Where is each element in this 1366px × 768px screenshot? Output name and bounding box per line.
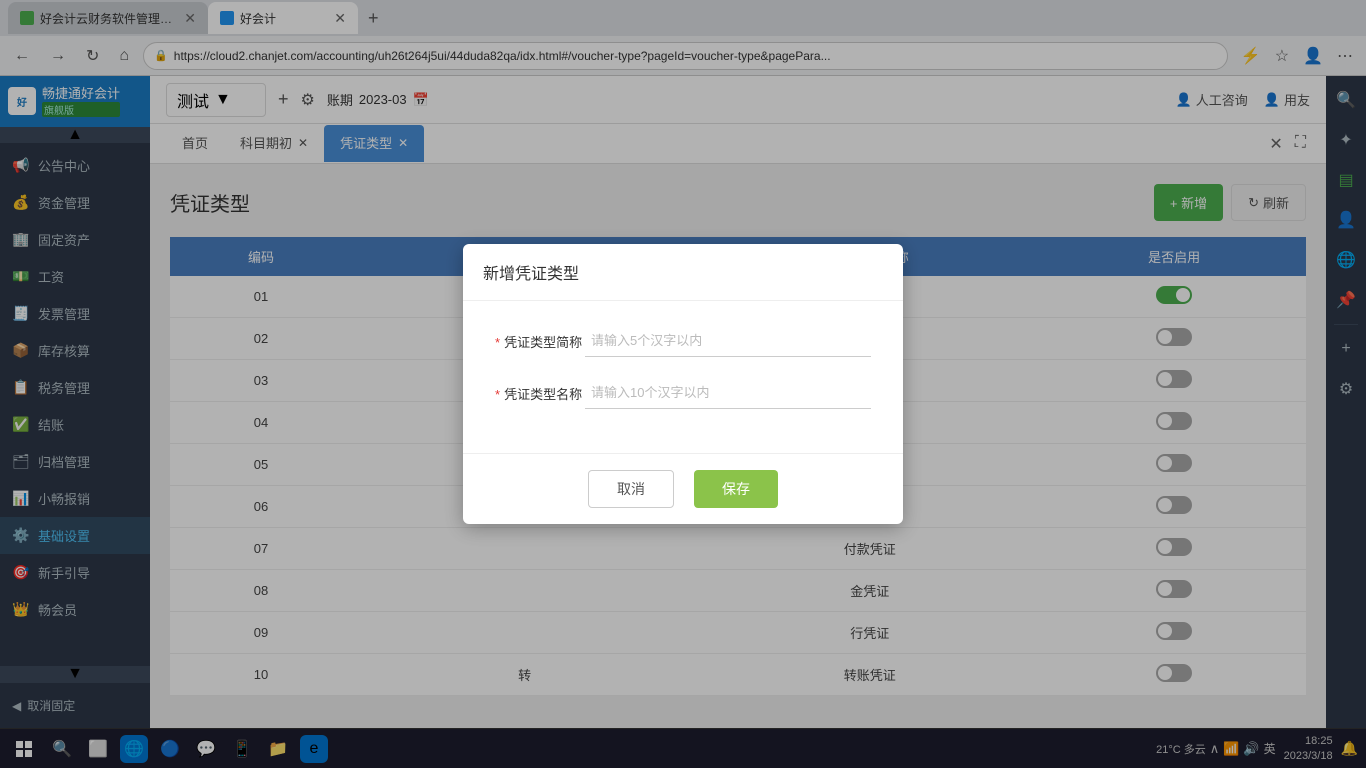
form-label-name: * 凭证类型名称 bbox=[495, 384, 585, 403]
add-voucher-type-modal: 新增凭证类型 * 凭证类型简称 * 凭证类型名称 取消 保存 bbox=[463, 244, 903, 524]
required-mark-name: * bbox=[495, 387, 500, 402]
modal-header: 新增凭证类型 bbox=[463, 244, 903, 301]
voucher-short-input[interactable] bbox=[585, 325, 871, 357]
modal-title: 新增凭证类型 bbox=[483, 266, 579, 283]
form-label-short: * 凭证类型简称 bbox=[495, 332, 585, 351]
modal-body: * 凭证类型简称 * 凭证类型名称 bbox=[463, 301, 903, 453]
voucher-name-input[interactable] bbox=[585, 377, 871, 409]
form-label-name-text: 凭证类型名称 bbox=[504, 387, 582, 402]
modal-footer: 取消 保存 bbox=[463, 453, 903, 524]
modal-overlay: 新增凭证类型 * 凭证类型简称 * 凭证类型名称 取消 保存 bbox=[0, 0, 1366, 768]
cancel-button[interactable]: 取消 bbox=[588, 470, 674, 508]
required-mark-short: * bbox=[495, 335, 500, 350]
form-row-short: * 凭证类型简称 bbox=[495, 325, 871, 357]
form-label-short-text: 凭证类型简称 bbox=[504, 335, 582, 350]
form-row-name: * 凭证类型名称 bbox=[495, 377, 871, 409]
save-button[interactable]: 保存 bbox=[694, 470, 778, 508]
